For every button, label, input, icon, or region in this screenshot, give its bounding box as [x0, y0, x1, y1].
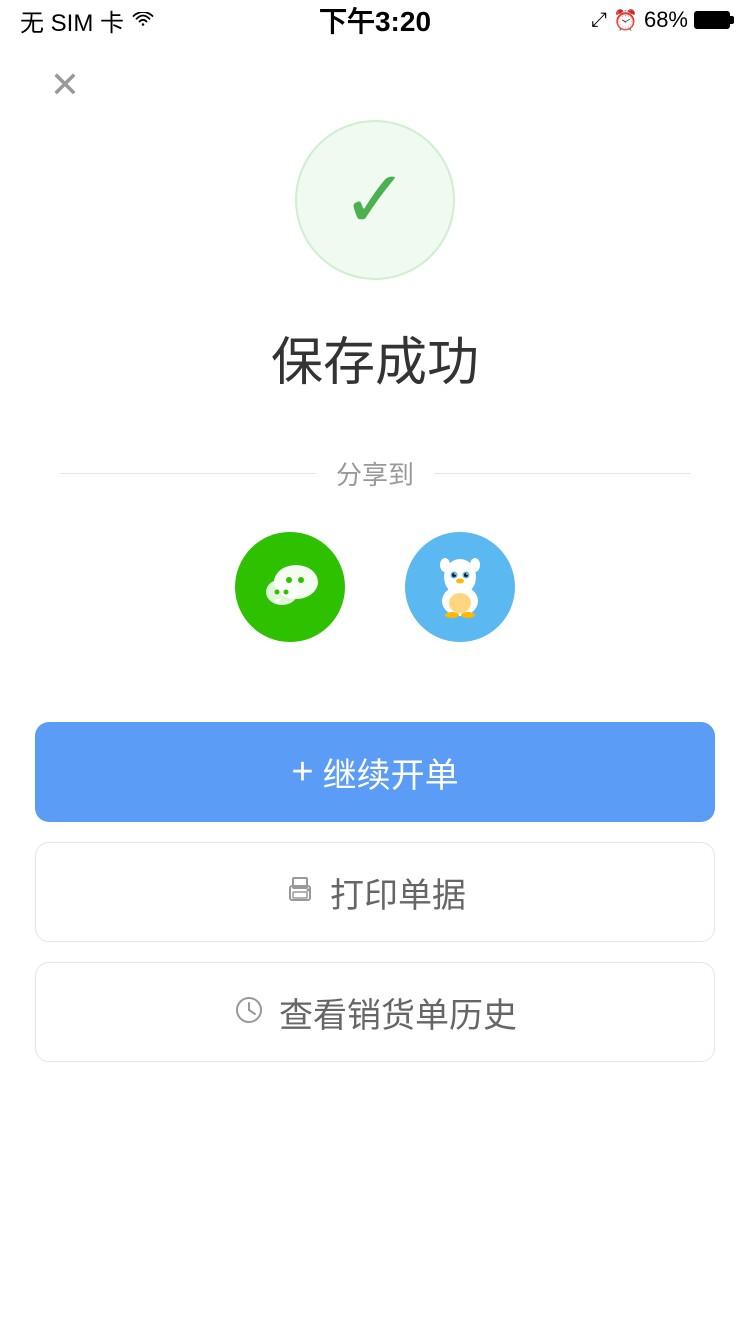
history-label: 查看销货单历史	[279, 988, 517, 1037]
wechat-icon	[258, 560, 323, 615]
share-label: 分享到	[316, 455, 434, 492]
main-content: ✓ 保存成功 分享到	[0, 40, 750, 1062]
plus-icon: +	[291, 753, 313, 791]
battery-icon	[694, 11, 730, 29]
continue-label: 继续开单	[323, 748, 459, 797]
alarm-icon: ⏰	[613, 8, 638, 33]
battery-percent: 68%	[644, 7, 688, 33]
status-time: 下午3:20	[319, 0, 431, 40]
wifi-icon	[132, 12, 154, 28]
print-button[interactable]: 打印单据	[35, 842, 715, 942]
continue-button[interactable]: + 继续开单	[35, 722, 715, 822]
status-right: ⤢ ⏰ 68%	[591, 7, 730, 33]
location-icon: ⤢	[591, 9, 607, 32]
status-bar: 无 SIM 卡 下午3:20 ⤢ ⏰ 68%	[0, 0, 750, 40]
success-title: 保存成功	[271, 320, 479, 395]
share-icons	[235, 532, 515, 642]
status-left: 无 SIM 卡	[20, 3, 154, 38]
print-label: 打印单据	[330, 868, 466, 917]
checkmark-icon: ✓	[341, 160, 408, 240]
divider-line-left	[60, 473, 316, 474]
clock-icon	[233, 994, 265, 1031]
printer-icon	[284, 874, 316, 911]
qq-icon	[430, 555, 490, 620]
close-icon: ✕	[50, 67, 80, 103]
divider-line-right	[434, 473, 690, 474]
action-buttons: + 继续开单 打印单据	[35, 722, 715, 1062]
no-sim-text: 无 SIM 卡	[20, 3, 124, 38]
close-button[interactable]: ✕	[40, 60, 90, 110]
share-divider: 分享到	[0, 455, 750, 492]
history-button[interactable]: 查看销货单历史	[35, 962, 715, 1062]
wechat-share-button[interactable]	[235, 532, 345, 642]
qq-share-button[interactable]	[405, 532, 515, 642]
success-circle: ✓	[295, 120, 455, 280]
